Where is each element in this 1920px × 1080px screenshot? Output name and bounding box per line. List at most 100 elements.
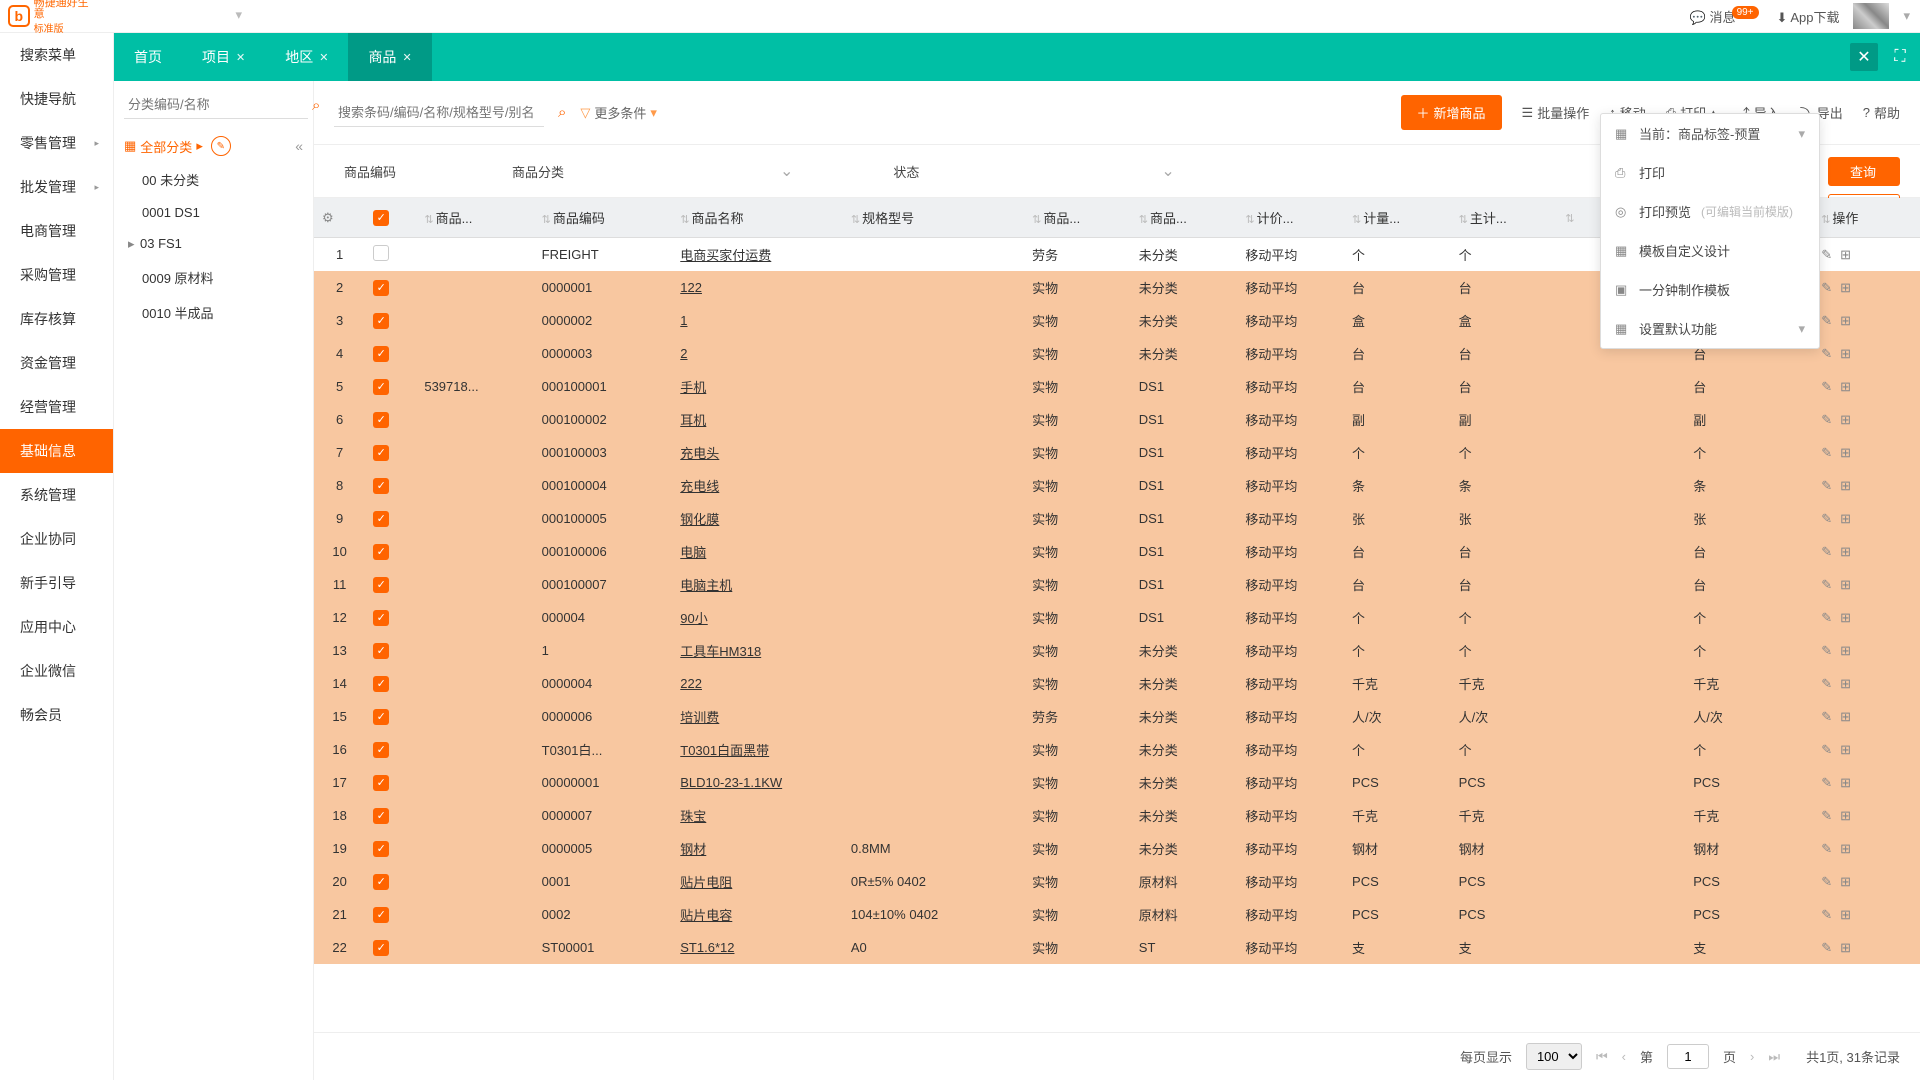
table-row[interactable]: 18✓0000007珠宝实物未分类移动平均千克千克千克✎⊞ xyxy=(314,799,1920,832)
product-name-link[interactable]: 电脑主机 xyxy=(680,578,732,593)
more-icon[interactable]: ⊞ xyxy=(1840,247,1851,263)
product-name-link[interactable]: 90小 xyxy=(680,611,707,626)
select-all-checkbox[interactable]: ✓ xyxy=(373,210,389,226)
pager-last-icon[interactable]: ⏭ xyxy=(1768,1049,1780,1065)
product-name-link[interactable]: 培训费 xyxy=(680,710,719,725)
row-checkbox[interactable]: ✓ xyxy=(373,742,389,758)
table-row[interactable]: 15✓0000006培训费劳务未分类移动平均人/次人/次人/次✎⊞ xyxy=(314,700,1920,733)
tree-node[interactable]: 0010 半成品 xyxy=(114,295,313,330)
tree-node[interactable]: 0009 原材料 xyxy=(114,260,313,295)
row-checkbox[interactable]: ✓ xyxy=(373,874,389,890)
product-name-link[interactable]: 122 xyxy=(680,280,702,295)
tab[interactable]: 地区 ✕ xyxy=(265,33,348,81)
edit-icon[interactable]: ✎ xyxy=(1821,709,1832,725)
edit-icon[interactable]: ✎ xyxy=(1821,313,1832,329)
more-icon[interactable]: ⊞ xyxy=(1840,742,1851,758)
product-name-link[interactable]: 工具车HM318 xyxy=(680,644,761,659)
tree-node[interactable]: 03 FS1 xyxy=(114,228,313,260)
filter-category-select[interactable] xyxy=(580,161,793,181)
row-checkbox[interactable]: ✓ xyxy=(373,775,389,791)
table-row[interactable]: 10✓000100006电脑实物DS1移动平均台台台✎⊞ xyxy=(314,535,1920,568)
tree-collapse-icon[interactable]: « xyxy=(295,138,303,154)
company-name[interactable] xyxy=(118,3,250,30)
column-header[interactable]: 主计... xyxy=(1451,198,1558,238)
column-header[interactable]: 商品名称 xyxy=(672,198,843,238)
column-header[interactable]: 商品... xyxy=(1131,198,1238,238)
product-name-link[interactable]: 充电线 xyxy=(680,479,719,494)
product-name-link[interactable]: 手机 xyxy=(680,380,706,395)
row-checkbox[interactable]: ✓ xyxy=(373,478,389,494)
product-name-link[interactable]: 珠宝 xyxy=(680,809,706,824)
sidebar-item[interactable]: 企业协同 xyxy=(0,517,113,561)
product-name-link[interactable]: 钢化膜 xyxy=(680,512,719,527)
product-name-link[interactable]: ST1.6*12 xyxy=(680,940,734,955)
more-icon[interactable]: ⊞ xyxy=(1840,544,1851,560)
edit-icon[interactable]: ✎ xyxy=(1821,808,1832,824)
more-icon[interactable]: ⊞ xyxy=(1840,577,1851,593)
help-button[interactable]: ? 帮助 xyxy=(1863,103,1900,122)
dropdown-item[interactable]: ◎打印预览(可编辑当前模版) xyxy=(1601,192,1819,231)
table-row[interactable]: 9✓000100005钢化膜实物DS1移动平均张张张✎⊞ xyxy=(314,502,1920,535)
sidebar-item[interactable]: 畅会员 xyxy=(0,693,113,737)
table-row[interactable]: 17✓00000001BLD10-23-1.1KW实物未分类移动平均PCSPCS… xyxy=(314,766,1920,799)
product-name-link[interactable]: T0301白面黑带 xyxy=(680,743,769,758)
edit-icon[interactable]: ✎ xyxy=(1821,379,1832,395)
sidebar-item[interactable]: 系统管理 xyxy=(0,473,113,517)
table-row[interactable]: 22✓ST00001ST1.6*12A0实物ST移动平均支支支✎⊞ xyxy=(314,931,1920,964)
sidebar-item[interactable]: 电商管理 xyxy=(0,209,113,253)
more-icon[interactable]: ⊞ xyxy=(1840,676,1851,692)
table-row[interactable]: 5✓539718...000100001手机实物DS1移动平均台台台✎⊞ xyxy=(314,370,1920,403)
tree-node[interactable]: 0001 DS1 xyxy=(114,197,313,228)
dropdown-item[interactable]: ▦模板自定义设计 xyxy=(1601,231,1819,270)
sidebar-item[interactable]: 库存核算 xyxy=(0,297,113,341)
column-header[interactable]: 商品... xyxy=(416,198,533,238)
edit-icon[interactable]: ✎ xyxy=(1821,280,1832,296)
tree-all-categories[interactable]: ▦ 全部分类 ▸ xyxy=(124,137,203,156)
gear-icon[interactable]: ⚙ xyxy=(322,210,334,225)
tree-edit-icon[interactable]: ✎ xyxy=(211,136,231,156)
table-row[interactable]: 19✓0000005钢材0.8MM实物未分类移动平均钢材钢材钢材✎⊞ xyxy=(314,832,1920,865)
sidebar-item[interactable]: 批发管理 xyxy=(0,165,113,209)
tab[interactable]: 首页 xyxy=(114,33,182,81)
more-icon[interactable]: ⊞ xyxy=(1840,709,1851,725)
table-row[interactable]: 16✓T0301白...T0301白面黑带实物未分类移动平均个个个✎⊞ xyxy=(314,733,1920,766)
column-header[interactable]: 计价... xyxy=(1237,198,1344,238)
edit-icon[interactable]: ✎ xyxy=(1821,775,1832,791)
table-row[interactable]: 8✓000100004充电线实物DS1移动平均条条条✎⊞ xyxy=(314,469,1920,502)
row-checkbox[interactable]: ✓ xyxy=(373,610,389,626)
filter-status-select[interactable] xyxy=(961,161,1174,181)
dropdown-item[interactable]: ▦设置默认功能 xyxy=(1601,309,1819,348)
tab[interactable]: 商品 ✕ xyxy=(348,33,431,81)
sidebar-item[interactable]: 采购管理 xyxy=(0,253,113,297)
tab-close-icon[interactable]: ✕ xyxy=(236,51,245,64)
table-row[interactable]: 11✓000100007电脑主机实物DS1移动平均台台台✎⊞ xyxy=(314,568,1920,601)
row-checkbox[interactable]: ✓ xyxy=(373,907,389,923)
tree-search-input[interactable] xyxy=(124,91,308,119)
more-icon[interactable]: ⊞ xyxy=(1840,346,1851,362)
dropdown-item[interactable]: ▣一分钟制作模板 xyxy=(1601,270,1819,309)
edit-icon[interactable]: ✎ xyxy=(1821,544,1832,560)
row-checkbox[interactable]: ✓ xyxy=(373,280,389,296)
table-row[interactable]: 6✓000100002耳机实物DS1移动平均副副副✎⊞ xyxy=(314,403,1920,436)
more-icon[interactable]: ⊞ xyxy=(1840,940,1851,956)
product-name-link[interactable]: 电商买家付运费 xyxy=(680,248,771,263)
column-header[interactable]: ✓ xyxy=(365,198,416,238)
row-checkbox[interactable]: ✓ xyxy=(373,808,389,824)
edit-icon[interactable]: ✎ xyxy=(1821,412,1832,428)
column-header[interactable]: 商品编码 xyxy=(534,198,673,238)
sidebar-item[interactable]: 快捷导航 xyxy=(0,77,113,121)
sidebar-item[interactable]: 搜索菜单 xyxy=(0,33,113,77)
pager-first-icon[interactable]: ⏮ xyxy=(1596,1049,1608,1065)
sidebar-item[interactable]: 资金管理 xyxy=(0,341,113,385)
sidebar-item[interactable]: 零售管理 xyxy=(0,121,113,165)
perpage-select[interactable]: 100 xyxy=(1526,1043,1582,1070)
query-button[interactable]: 查询 xyxy=(1828,157,1900,186)
more-icon[interactable]: ⊞ xyxy=(1840,841,1851,857)
pager-next-icon[interactable]: › xyxy=(1750,1049,1754,1064)
edit-icon[interactable]: ✎ xyxy=(1821,511,1832,527)
edit-icon[interactable]: ✎ xyxy=(1821,610,1832,626)
dropdown-item[interactable]: ⎙打印 xyxy=(1601,153,1819,192)
column-header[interactable]: 商品... xyxy=(1024,198,1131,238)
row-checkbox[interactable]: ✓ xyxy=(373,379,389,395)
more-icon[interactable]: ⊞ xyxy=(1840,478,1851,494)
